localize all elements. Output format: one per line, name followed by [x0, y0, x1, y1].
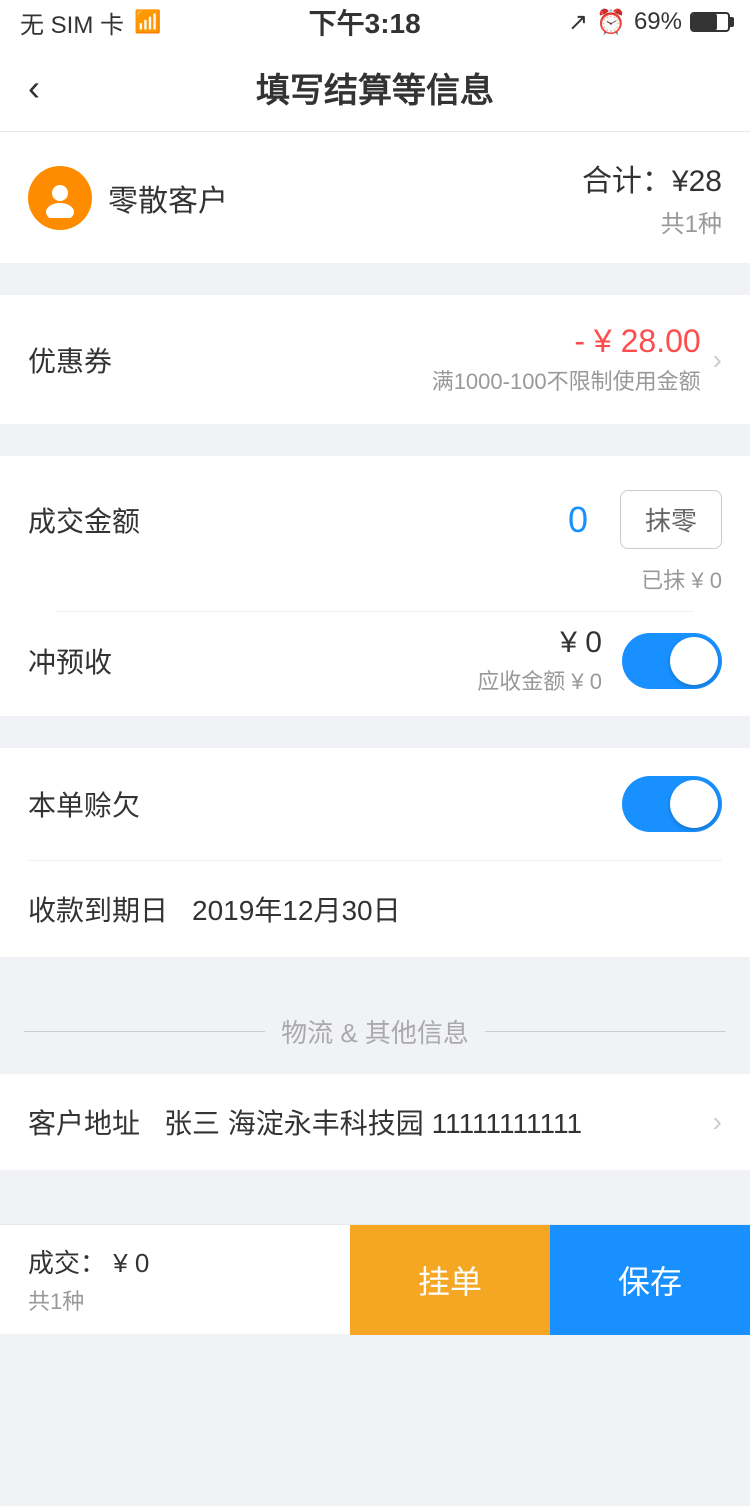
deal-row: 成交金额 0 抹零	[28, 476, 722, 563]
battery-label: 69%	[634, 8, 682, 36]
avatar	[28, 166, 92, 230]
address-card: 客户地址 张三 海淀永丰科技园 11111111111 ›	[0, 1074, 750, 1170]
page-title: 填写结算等信息	[256, 63, 494, 112]
coupon-row[interactable]: 优惠券 - ¥ 28.00 满1000-100不限制使用金额 ›	[0, 295, 750, 424]
status-left: 无 SIM 卡 📶	[20, 5, 161, 40]
customer-row: 零散客户 合计：¥28 共1种	[0, 132, 750, 263]
debit-toggle-knob	[670, 780, 718, 828]
logistics-divider: 物流 & 其他信息	[24, 1013, 726, 1050]
alarm-icon: ⏰	[596, 8, 626, 37]
prepaid-sub: 应收金额 ¥ 0	[477, 664, 602, 696]
prepaid-info: ¥ 0 应收金额 ¥ 0	[477, 626, 602, 696]
due-date-value: 2019年12月30日	[192, 889, 401, 929]
debit-row: 本单赊欠	[0, 748, 750, 860]
debit-label: 本单赊欠	[28, 784, 140, 824]
deal-right: 0	[568, 499, 588, 541]
address-chevron-icon: ›	[713, 1106, 722, 1138]
bottom-deal-amount: ¥ 0	[113, 1248, 149, 1278]
coupon-desc: 满1000-100不限制使用金额	[432, 364, 701, 396]
due-date-row: 收款到期日 2019年12月30日	[0, 861, 750, 957]
back-button[interactable]: ‹	[28, 67, 40, 109]
coupon-info: - ¥ 28.00 满1000-100不限制使用金额	[432, 323, 701, 396]
save-button[interactable]: 保存	[550, 1225, 750, 1335]
prepaid-toggle[interactable]	[622, 633, 722, 689]
status-right: ↗ ⏰ 69%	[568, 8, 730, 37]
debit-toggle[interactable]	[622, 776, 722, 832]
round-button[interactable]: 抹零	[620, 490, 722, 549]
customer-name: 零散客户	[108, 176, 228, 220]
customer-left: 零散客户	[28, 166, 228, 230]
deal-label: 成交金额	[28, 500, 140, 540]
address-label: 客户地址	[28, 1102, 140, 1142]
wifi-icon: 📶	[134, 9, 161, 35]
debit-card: 本单赊欠 收款到期日 2019年12月30日	[0, 748, 750, 957]
total-count: 共1种	[582, 204, 722, 239]
coupon-label: 优惠券	[28, 340, 112, 380]
sim-label: 无 SIM 卡	[20, 5, 124, 40]
location-icon: ↗	[568, 8, 588, 37]
bottom-count: 共1种	[28, 1284, 322, 1316]
bottom-bar: 成交： ¥ 0 共1种 挂单 保存	[0, 1224, 750, 1334]
prepaid-row: 冲预收 ¥ 0 应收金额 ¥ 0	[28, 612, 722, 716]
logistics-line-right	[485, 1031, 726, 1032]
address-row[interactable]: 客户地址 张三 海淀永丰科技园 11111111111 ›	[0, 1074, 750, 1170]
due-date-label: 收款到期日	[28, 889, 168, 929]
bottom-deal: 成交： ¥ 0	[28, 1243, 322, 1280]
bottom-deal-label: 成交：	[28, 1248, 106, 1278]
status-bar: 无 SIM 卡 📶 下午3:18 ↗ ⏰ 69%	[0, 0, 750, 44]
battery-icon	[690, 12, 730, 32]
prepaid-label: 冲预收	[28, 641, 112, 681]
deal-sub: 已抹 ¥ 0	[641, 568, 722, 593]
prepaid-amount: ¥ 0	[477, 626, 602, 660]
deal-value: 0	[568, 499, 588, 540]
total-amount: 合计：¥28	[582, 156, 722, 200]
toggle-knob	[670, 637, 718, 685]
hang-button[interactable]: 挂单	[350, 1225, 550, 1335]
bottom-left: 成交： ¥ 0 共1种	[0, 1243, 350, 1316]
nav-bar: ‹ 填写结算等信息	[0, 44, 750, 132]
coupon-right: - ¥ 28.00 满1000-100不限制使用金额 ›	[432, 323, 722, 396]
customer-card: 零散客户 合计：¥28 共1种	[0, 132, 750, 263]
logistics-section: 物流 & 其他信息	[0, 989, 750, 1074]
coupon-amount: - ¥ 28.00	[432, 323, 701, 360]
coupon-card: 优惠券 - ¥ 28.00 满1000-100不限制使用金额 ›	[0, 295, 750, 424]
chevron-right-icon: ›	[713, 344, 722, 376]
logistics-text: 物流 & 其他信息	[281, 1013, 469, 1050]
logistics-line-left	[24, 1031, 265, 1032]
customer-total: 合计：¥28 共1种	[582, 156, 722, 239]
deal-section: 成交金额 0 抹零 已抹 ¥ 0 冲预收 ¥ 0 应收金额 ¥ 0	[0, 456, 750, 716]
address-value: 张三 海淀永丰科技园 11111111111	[164, 1102, 713, 1142]
status-time: 下午3:18	[309, 2, 421, 42]
